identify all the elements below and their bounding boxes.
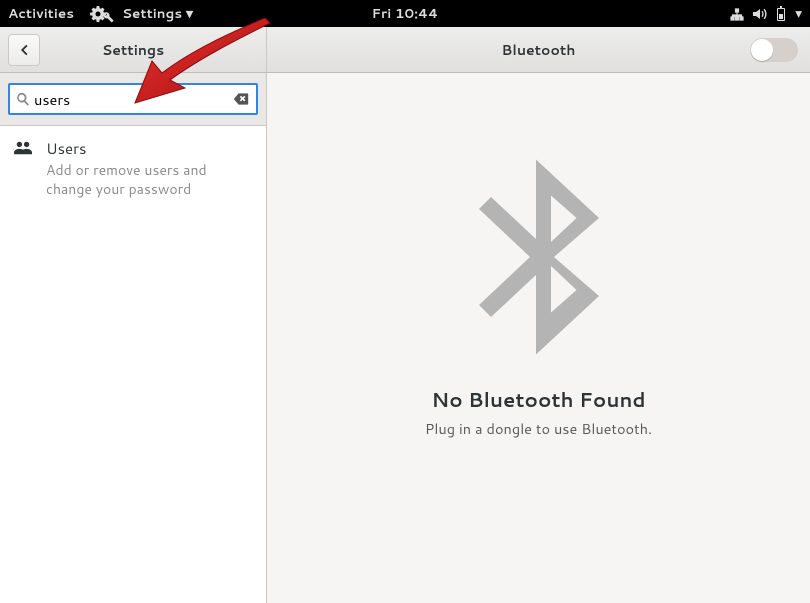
bluetooth-toggle[interactable] [750,38,798,62]
app-menu-label: Settings [122,4,182,23]
bluetooth-icon [479,157,599,362]
search-bar [0,73,266,126]
content-pane: No Bluetooth Found Plug in a dongle to u… [267,73,810,603]
chevron-left-icon [17,43,31,57]
clock: Fri 10:44 [372,4,439,23]
battery-icon [773,6,789,22]
result-title: Users [46,138,252,159]
app-menu[interactable]: Settings ▾ [90,4,193,23]
gnome-top-bar: Activities Settings ▾ Fri 10:44 ▾ [0,0,810,27]
result-description: Add or remove users and change your pass… [46,161,252,199]
search-input[interactable] [30,89,232,110]
search-field-wrap [8,83,258,115]
users-icon [14,140,32,156]
system-status-area[interactable]: ▾ [729,4,802,23]
page-title: Bluetooth [267,40,810,60]
network-icon [729,6,745,22]
backspace-icon [233,92,249,106]
sidebar: Users Add or remove users and change you… [0,73,267,603]
toggle-knob [751,39,773,61]
volume-icon [751,6,767,22]
header-bar: Settings Bluetooth [0,27,810,73]
caret-down-icon: ▾ [186,4,193,23]
activities-button[interactable]: Activities [8,4,74,23]
caret-down-icon: ▾ [795,4,802,23]
back-button[interactable] [8,34,40,66]
sidebar-item-users[interactable]: Users Add or remove users and change you… [0,126,266,213]
search-icon [16,92,30,106]
empty-state-heading: No Bluetooth Found [431,386,645,414]
empty-state-text: Plug in a dongle to use Bluetooth. [425,418,652,439]
wrench-icon [102,11,114,23]
clear-search-button[interactable] [232,90,250,108]
